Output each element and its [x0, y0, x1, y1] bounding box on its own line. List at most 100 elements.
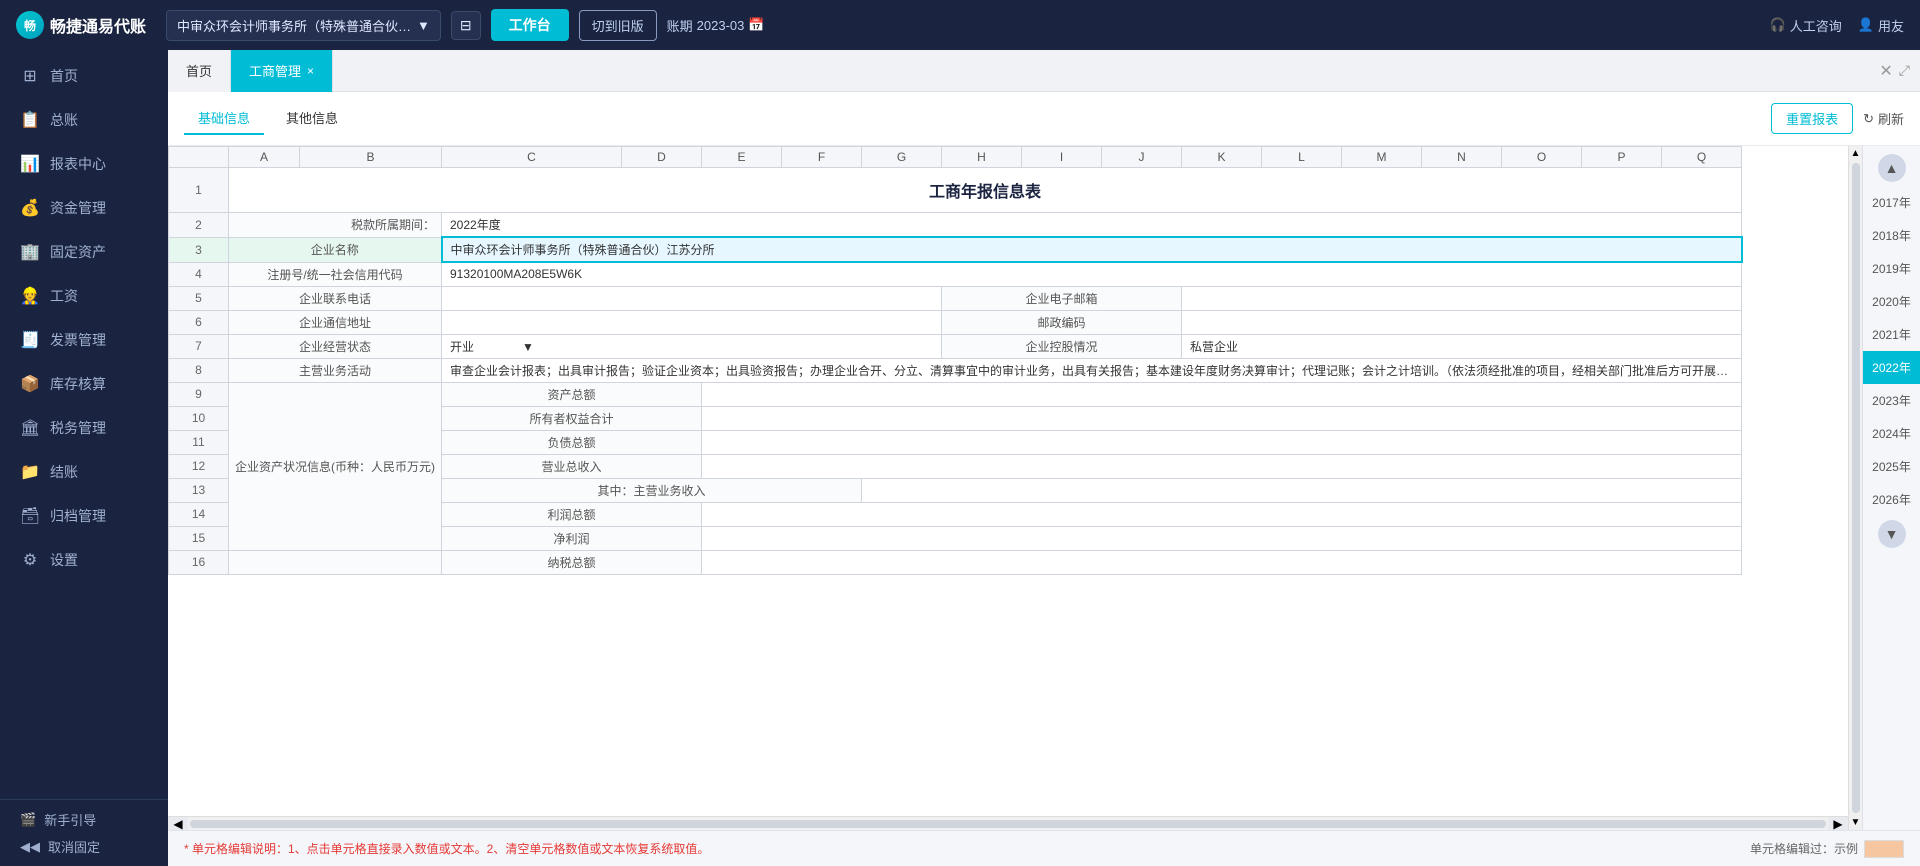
h-scroll-thumb[interactable] — [190, 820, 1826, 828]
value-reg-code[interactable]: 91320100MA208E5W6K — [442, 262, 1742, 286]
copy-icon-btn[interactable]: ⊟ — [451, 11, 481, 40]
sidebar-bottom: 🎬 新手引导 ◀◀ 取消固定 — [0, 799, 168, 866]
sidebar-label-9: 结账 — [50, 462, 78, 482]
switch-version-button[interactable]: 切到旧版 — [579, 10, 657, 41]
calendar-icon[interactable]: 📅 — [748, 17, 764, 33]
value-equity[interactable] — [702, 406, 1742, 430]
support-label: 人工咨询 — [1790, 16, 1842, 35]
col-header-e: E — [702, 147, 782, 168]
sheet-table-wrap[interactable]: A B C D E F G H I J — [168, 146, 1848, 816]
year-item-2020[interactable]: 2020年 — [1863, 285, 1920, 318]
value-main-biz[interactable]: 审查企业会计报表；出具审计报告；验证企业资本；出具验资报告；办理企业合开、分立、… — [442, 358, 1742, 382]
label-email: 企业电子邮箱 — [942, 286, 1182, 310]
sub-tab-other[interactable]: 其他信息 — [272, 102, 352, 135]
sidebar-item-总账[interactable]: 📋总账 — [0, 98, 168, 142]
sidebar-item-归档管理[interactable]: 🗃归档管理 — [0, 494, 168, 538]
row-num-13: 13 — [169, 478, 229, 502]
value-address[interactable] — [442, 310, 942, 334]
value-total-assets[interactable] — [702, 382, 1742, 406]
sidebar-icon-2: 📊 — [20, 154, 40, 174]
col-header-m: M — [1342, 147, 1422, 168]
value-main-revenue[interactable] — [862, 478, 1742, 502]
v-scroll-thumb[interactable] — [1852, 163, 1860, 813]
year-nav-down-btn[interactable]: ▼ — [1878, 520, 1906, 548]
sidebar-item-资金管理[interactable]: 💰资金管理 — [0, 186, 168, 230]
title-cell[interactable]: 工商年报信息表 — [229, 168, 1742, 213]
value-total-profit[interactable] — [702, 502, 1742, 526]
year-item-2025[interactable]: 2025年 — [1863, 450, 1920, 483]
year-item-2026[interactable]: 2026年 — [1863, 483, 1920, 516]
statusbar-right: 单元格编辑过：示例 — [1750, 840, 1904, 858]
sidebar-icon-11: ⚙ — [20, 550, 40, 570]
workspace-button[interactable]: 工作台 — [491, 9, 569, 41]
tab-business[interactable]: 工商管理 × — [231, 50, 333, 92]
scroll-left-btn[interactable]: ◀ — [168, 817, 188, 831]
col-header-g: G — [862, 147, 942, 168]
sidebar-label-0: 首页 — [50, 66, 78, 86]
tab-home[interactable]: 首页 — [168, 50, 231, 92]
close-page-icon[interactable]: ✕ — [1879, 61, 1892, 81]
value-postal[interactable] — [1182, 310, 1742, 334]
year-item-2017[interactable]: 2017年 — [1863, 186, 1920, 219]
sidebar-item-结账[interactable]: 📁结账 — [0, 450, 168, 494]
sidebar-label-7: 库存核算 — [50, 374, 106, 394]
spreadsheet-table: A B C D E F G H I J — [168, 146, 1743, 575]
sidebar-label-1: 总账 — [50, 110, 78, 130]
scroll-up-btn[interactable]: ▲ — [1849, 146, 1863, 161]
value-holding[interactable]: 私营企业 — [1182, 334, 1742, 358]
col-header-l: L — [1262, 147, 1342, 168]
value-tax-total[interactable] — [702, 550, 1742, 574]
value-net-profit[interactable] — [702, 526, 1742, 550]
year-item-2021[interactable]: 2021年 — [1863, 318, 1920, 351]
sidebar-item-设置[interactable]: ⚙设置 — [0, 538, 168, 582]
tab-close-icon[interactable]: × — [307, 64, 314, 78]
period-label: 账期 — [667, 16, 693, 35]
value-company-name[interactable]: 中审众环会计师事务所（特殊普通合伙）江苏分所 — [442, 237, 1742, 262]
refresh-button[interactable]: ↻ 刷新 — [1863, 109, 1904, 128]
year-nav-up-btn[interactable]: ▲ — [1878, 154, 1906, 182]
year-item-2024[interactable]: 2024年 — [1863, 417, 1920, 450]
sidebar-label-3: 资金管理 — [50, 198, 106, 218]
value-tax-period[interactable]: 2022年度 — [442, 213, 1742, 238]
value-biz-status[interactable]: 开业 ▼ — [442, 334, 942, 358]
value-liabilities[interactable] — [702, 430, 1742, 454]
value-revenue[interactable] — [702, 454, 1742, 478]
user-btn[interactable]: 👤 用友 — [1858, 16, 1904, 35]
table-row: 7 企业经营状态 开业 ▼ 企业控股情况 私营企业 — [169, 334, 1742, 358]
company-name: 中审众环会计师事务所（特殊普通合伙… — [177, 16, 411, 35]
sidebar-item-发票管理[interactable]: 🧾发票管理 — [0, 318, 168, 362]
row-num-3: 3 — [169, 237, 229, 262]
expand-icon[interactable]: ⤢ — [1899, 62, 1910, 79]
reset-report-button[interactable]: 重置报表 — [1771, 103, 1853, 134]
sidebar-label-10: 归档管理 — [50, 506, 106, 526]
sidebar-item-首页[interactable]: ⊞首页 — [0, 54, 168, 98]
row-num-8: 8 — [169, 358, 229, 382]
user-icon: 👤 — [1858, 17, 1874, 33]
sidebar-item-报表中心[interactable]: 📊报表中心 — [0, 142, 168, 186]
sidebar-item-工资[interactable]: 👷工资 — [0, 274, 168, 318]
sidebar-item-guide[interactable]: 🎬 新手引导 — [20, 810, 148, 829]
topbar: 畅 畅捷通易代账 中审众环会计师事务所（特殊普通合伙… ▼ ⊟ 工作台 切到旧版… — [0, 0, 1920, 50]
col-header-f: F — [782, 147, 862, 168]
sub-tab-basic[interactable]: 基础信息 — [184, 102, 264, 135]
row-num-2: 2 — [169, 213, 229, 238]
value-phone[interactable] — [442, 286, 942, 310]
unpin-label: 取消固定 — [48, 837, 100, 856]
year-item-2022[interactable]: 2022年 — [1863, 351, 1920, 384]
scroll-down-btn[interactable]: ▼ — [1849, 815, 1863, 830]
scroll-right-btn[interactable]: ▶ — [1828, 817, 1848, 831]
row-num-5: 5 — [169, 286, 229, 310]
v-scrollbar[interactable]: ▲ ▼ — [1848, 146, 1862, 830]
company-selector[interactable]: 中审众环会计师事务所（特殊普通合伙… ▼ — [166, 10, 441, 41]
support-btn[interactable]: 🎧 人工咨询 — [1770, 16, 1842, 35]
h-scrollbar[interactable]: ◀ ▶ — [168, 816, 1848, 830]
sidebar-item-税务管理[interactable]: 🏛税务管理 — [0, 406, 168, 450]
sidebar-item-固定资产[interactable]: 🏢固定资产 — [0, 230, 168, 274]
sidebar-item-库存核算[interactable]: 📦库存核算 — [0, 362, 168, 406]
table-row: 9 企业资产状况信息(币种：人民币万元) 资产总额 — [169, 382, 1742, 406]
year-item-2018[interactable]: 2018年 — [1863, 219, 1920, 252]
sidebar-item-unpin[interactable]: ◀◀ 取消固定 — [20, 837, 148, 856]
value-email[interactable] — [1182, 286, 1742, 310]
year-item-2019[interactable]: 2019年 — [1863, 252, 1920, 285]
year-item-2023[interactable]: 2023年 — [1863, 384, 1920, 417]
